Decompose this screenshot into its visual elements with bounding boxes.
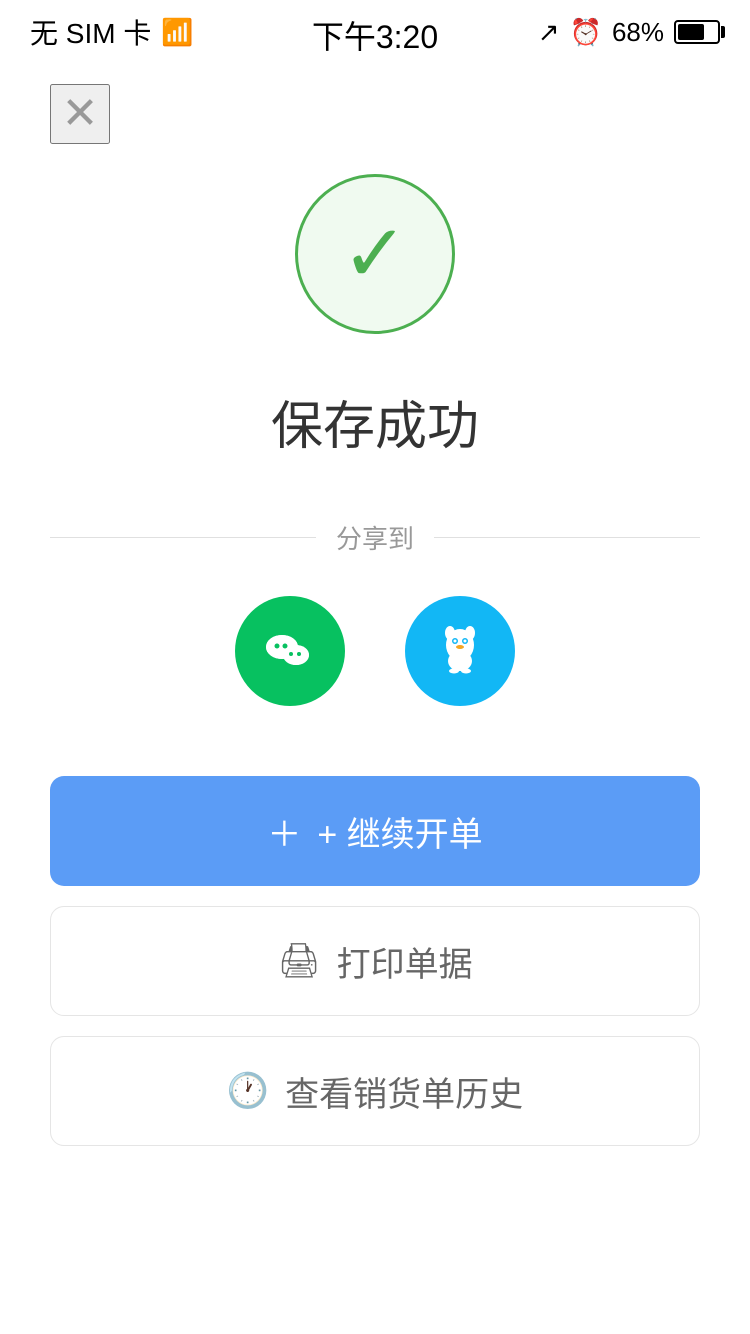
action-buttons: ＋ + 继续开单 🖨 打印单据 🕐 查看销货单历史 (50, 776, 700, 1146)
continue-label: + 继续开单 (317, 807, 482, 856)
divider-right (434, 537, 700, 538)
print-label: 打印单据 (337, 937, 473, 986)
continue-button[interactable]: ＋ + 继续开单 (50, 776, 700, 886)
battery-percentage: 68% (612, 17, 664, 48)
success-title: 保存成功 (271, 384, 479, 459)
history-icon: 🕐 (227, 1071, 269, 1111)
close-button[interactable]: ✕ (50, 84, 110, 144)
main-content: ✕ ✓ 保存成功 分享到 (0, 64, 750, 1146)
qq-icon (428, 619, 492, 683)
share-label: 分享到 (336, 519, 414, 556)
continue-icon: ＋ (267, 807, 301, 856)
status-left: 无 SIM 卡 📶 (30, 12, 194, 52)
battery-icon (674, 20, 720, 44)
alarm-icon: ⏰ (570, 17, 602, 48)
status-right: ↗ ⏰ 68% (538, 17, 720, 48)
qq-share-button[interactable] (405, 596, 515, 706)
history-button[interactable]: 🕐 查看销货单历史 (50, 1036, 700, 1146)
carrier-text: 无 SIM 卡 (30, 12, 151, 52)
share-icons-row (235, 596, 515, 706)
print-button[interactable]: 🖨 打印单据 (50, 906, 700, 1016)
status-bar: 无 SIM 卡 📶 下午3:20 ↗ ⏰ 68% (0, 0, 750, 64)
wechat-share-button[interactable] (235, 596, 345, 706)
wifi-icon: 📶 (161, 17, 193, 48)
checkmark-icon: ✓ (341, 214, 408, 294)
print-icon: 🖨 (277, 941, 320, 981)
status-time: 下午3:20 (312, 12, 438, 58)
share-divider: 分享到 (50, 519, 700, 556)
divider-left (50, 537, 316, 538)
history-label: 查看销货单历史 (285, 1067, 523, 1116)
success-circle: ✓ (295, 174, 455, 334)
close-icon: ✕ (62, 92, 99, 136)
location-icon: ↗ (538, 17, 560, 48)
wechat-icon (258, 619, 322, 683)
battery-fill (678, 24, 704, 40)
